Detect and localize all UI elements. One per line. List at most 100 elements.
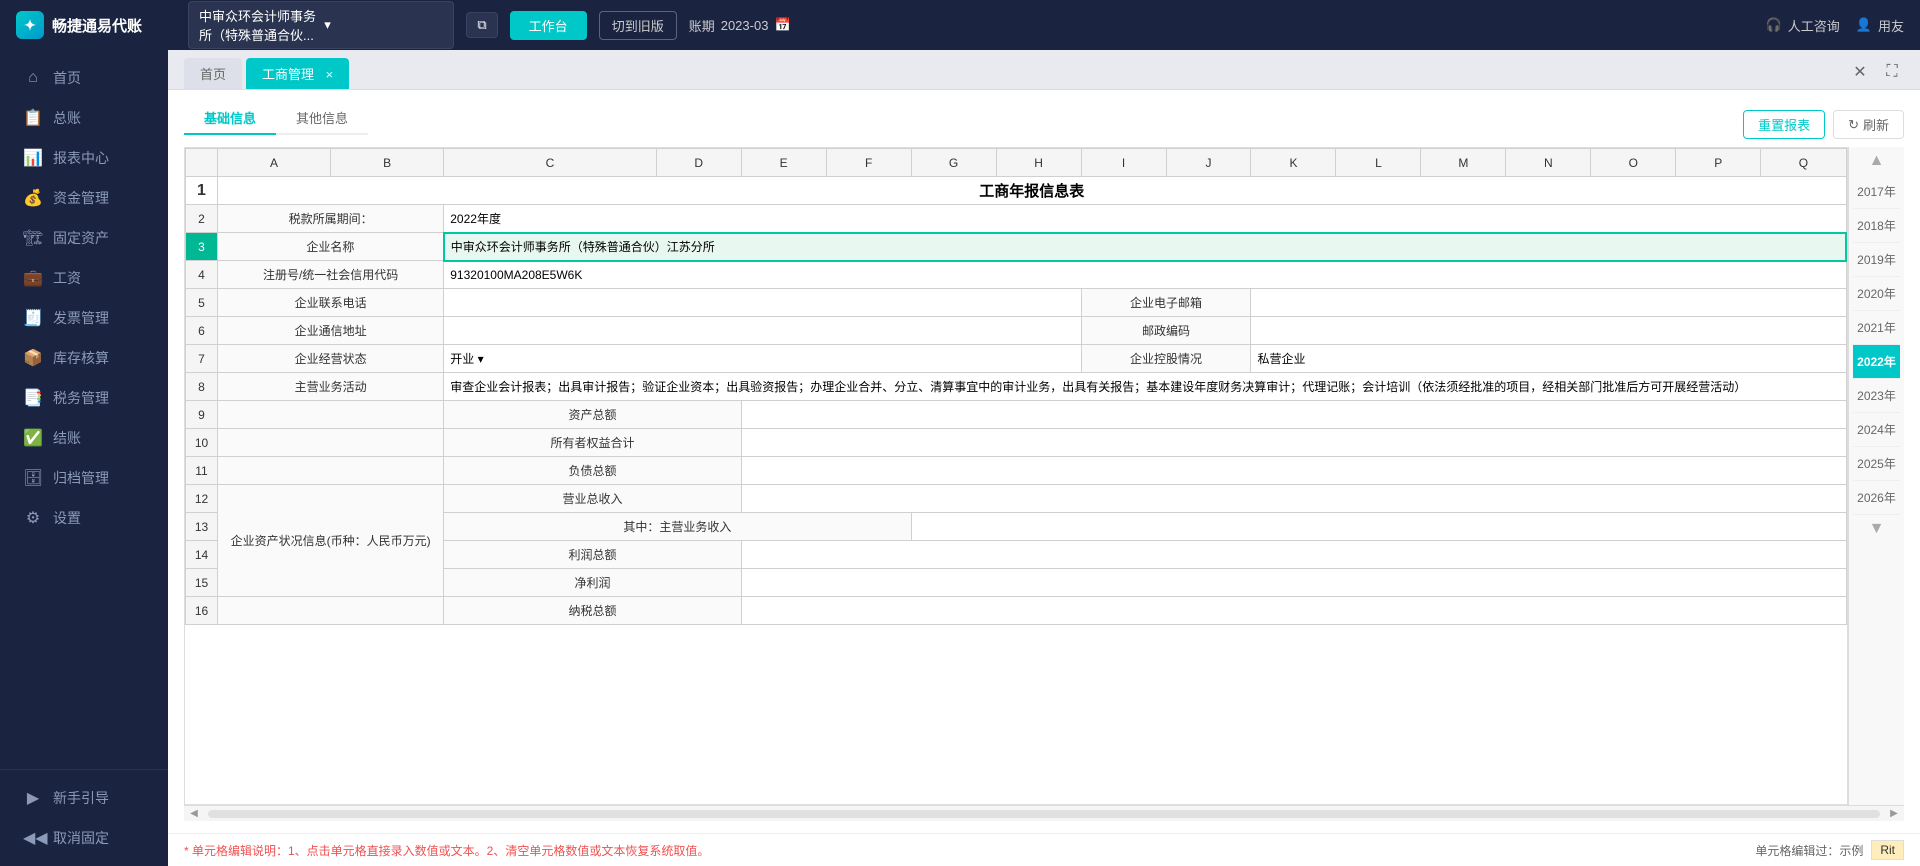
sidebar: ⌂首页📋总账📊报表中心💰资金管理🏗固定资产💼工资🧾发票管理📦库存核算📑税务管理✅… — [0, 50, 168, 866]
headset-icon: 🎧 — [1766, 17, 1782, 33]
year-item[interactable]: 2019年 — [1853, 243, 1900, 277]
row-number: 16 — [186, 597, 218, 625]
cell-value[interactable]: 91320100MA208E5W6K — [444, 261, 1846, 289]
sub-tabs: 基础信息 其他信息 — [184, 102, 368, 135]
scroll-left-button[interactable]: ◀ — [184, 806, 204, 822]
col-header-b: B — [331, 149, 444, 177]
year-item[interactable]: 2026年 — [1853, 481, 1900, 515]
col-header-i: I — [1081, 149, 1166, 177]
sidebar-item-assets[interactable]: 🏗固定资产 — [0, 218, 168, 258]
table-row: 2 税款所属期间： 2022年度 — [186, 205, 1847, 233]
cell-value[interactable] — [741, 485, 1846, 513]
sidebar-item-home[interactable]: ⌂首页 — [0, 58, 168, 98]
sidebar-item-label-home: 首页 — [53, 68, 81, 88]
scroll-right-button[interactable]: ▶ — [1884, 806, 1904, 822]
cell-label: 企业控股情况 — [1081, 345, 1251, 373]
unpin-icon: ◀◀ — [23, 828, 43, 848]
col-header-k: K — [1251, 149, 1336, 177]
sidebar-item-settings[interactable]: ⚙设置 — [0, 498, 168, 538]
switch-version-button[interactable]: 切到旧版 — [599, 11, 677, 40]
table-row: 1 工商年报信息表 — [186, 177, 1847, 205]
sub-tab-other[interactable]: 其他信息 — [276, 102, 368, 135]
close-window-button[interactable]: ✕ — [1848, 60, 1872, 84]
sidebar-item-label-capital: 资金管理 — [53, 188, 109, 208]
consult-area[interactable]: 🎧 人工咨询 — [1766, 16, 1840, 35]
year-item[interactable]: 2024年 — [1853, 413, 1900, 447]
cell-value[interactable] — [741, 457, 1846, 485]
sidebar-item-invoice[interactable]: 🧾发票管理 — [0, 298, 168, 338]
sidebar-item-report[interactable]: 📊报表中心 — [0, 138, 168, 178]
year-item[interactable]: 2022年 — [1853, 345, 1900, 379]
refresh-icon: ↻ — [1848, 117, 1859, 133]
cell-value[interactable] — [741, 597, 1846, 625]
tab-business[interactable]: 工商管理 × — [246, 58, 349, 89]
table-row: 3 企业名称 中审众环会计师事务所（特殊普通合伙）江苏分所 — [186, 233, 1847, 261]
cell-label: 负债总额 — [444, 457, 741, 485]
expand-window-button[interactable]: ⛶ — [1880, 60, 1904, 84]
year-item[interactable]: 2021年 — [1853, 311, 1900, 345]
horizontal-scrollbar[interactable]: ◀ ▶ — [184, 805, 1904, 821]
cell-value[interactable]: 私营企业 — [1251, 345, 1846, 373]
period-label: 账期 — [689, 16, 715, 35]
cell-value[interactable] — [1251, 317, 1846, 345]
reset-report-button[interactable]: 重置报表 — [1743, 110, 1825, 139]
period-value: 2023-03 — [721, 18, 769, 33]
title-cell[interactable]: 工商年报信息表 — [218, 177, 1847, 205]
cell-value[interactable] — [444, 317, 1081, 345]
company-selector[interactable]: 中审众环会计师事务所（特殊普通合伙... ▾ — [188, 1, 454, 49]
tab-close-button[interactable]: × — [326, 67, 334, 82]
workbench-button[interactable]: 工作台 — [510, 11, 587, 40]
cell-label — [218, 597, 444, 625]
sidebar-item-ledger[interactable]: 📋总账 — [0, 98, 168, 138]
scroll-track[interactable] — [208, 810, 1880, 818]
cell-value[interactable]: 审查企业会计报表；出具审计报告；验证企业资本；出具验资报告；办理企业合并、分立、… — [444, 373, 1846, 401]
sidebar-item-capital[interactable]: 💰资金管理 — [0, 178, 168, 218]
sidebar-item-label-settings: 设置 — [53, 508, 81, 528]
cell-value[interactable] — [741, 541, 1846, 569]
tab-bar: 首页 工商管理 × ✕ ⛶ — [168, 50, 1920, 90]
tab-home[interactable]: 首页 — [184, 58, 242, 89]
cell-value[interactable] — [911, 513, 1846, 541]
user-area[interactable]: 👤 用友 — [1856, 16, 1904, 35]
ledger-icon: 📋 — [23, 108, 43, 128]
sidebar-item-checkout[interactable]: ✅结账 — [0, 418, 168, 458]
year-nav-down-button[interactable]: ▼ — [1859, 515, 1895, 543]
sidebar-item-tax[interactable]: 📑税务管理 — [0, 378, 168, 418]
copy-button[interactable]: ⧉ — [466, 12, 497, 38]
sidebar-item-unpin[interactable]: ◀◀ 取消固定 — [0, 818, 168, 858]
year-item[interactable]: 2025年 — [1853, 447, 1900, 481]
cell-label: 邮政编码 — [1081, 317, 1251, 345]
chevron-down-icon: ▾ — [324, 17, 443, 33]
sidebar-item-archive[interactable]: 🗄归档管理 — [0, 458, 168, 498]
sidebar-item-salary[interactable]: 💼工资 — [0, 258, 168, 298]
refresh-button[interactable]: ↻ 刷新 — [1833, 110, 1904, 139]
sidebar-item-inventory[interactable]: 📦库存核算 — [0, 338, 168, 378]
sidebar-item-newbie[interactable]: ▶ 新手引导 — [0, 778, 168, 818]
year-item[interactable]: 2017年 — [1853, 175, 1900, 209]
year-item[interactable]: 2018年 — [1853, 209, 1900, 243]
cell-value[interactable]: 开业 ▾ — [444, 345, 1081, 373]
cell-value[interactable] — [741, 429, 1846, 457]
calendar-icon[interactable]: 📅 — [774, 17, 790, 33]
sidebar-item-label-invoice: 发票管理 — [53, 308, 109, 328]
tab-home-label: 首页 — [200, 67, 226, 82]
col-header-l: L — [1336, 149, 1421, 177]
spreadsheet-container[interactable]: A B C D E F G H I J — [184, 147, 1848, 805]
cell-value[interactable] — [1251, 289, 1846, 317]
sidebar-item-label-archive: 归档管理 — [53, 468, 109, 488]
col-header-p: P — [1676, 149, 1761, 177]
assets-icon: 🏗 — [23, 228, 43, 248]
sub-tab-basic[interactable]: 基础信息 — [184, 102, 276, 135]
cell-value[interactable]: 2022年度 — [444, 205, 1846, 233]
cell-value[interactable] — [444, 289, 1081, 317]
year-nav-up-button[interactable]: ▲ — [1859, 147, 1895, 175]
year-sidebar: ▲ 2017年2018年2019年2020年2021年2022年2023年202… — [1848, 147, 1904, 805]
cell-value[interactable] — [741, 569, 1846, 597]
table-row: 10 所有者权益合计 — [186, 429, 1847, 457]
cell-value[interactable] — [741, 401, 1846, 429]
sidebar-item-label-inventory: 库存核算 — [53, 348, 109, 368]
year-item[interactable]: 2023年 — [1853, 379, 1900, 413]
company-name-cell[interactable]: 中审众环会计师事务所（特殊普通合伙）江苏分所 — [444, 233, 1846, 261]
year-item[interactable]: 2020年 — [1853, 277, 1900, 311]
row-number: 7 — [186, 345, 218, 373]
